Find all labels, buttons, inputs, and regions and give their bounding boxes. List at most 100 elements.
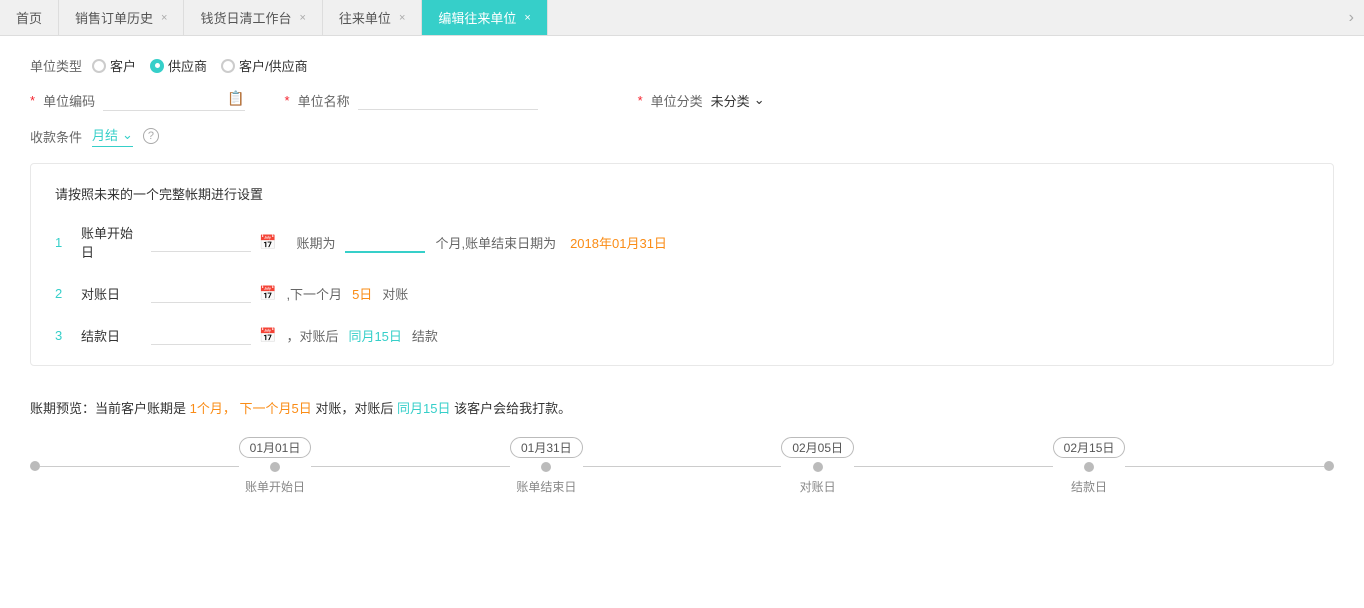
calendar-icon-2[interactable]: 📅 — [259, 285, 276, 302]
timeline-line-4 — [854, 466, 1053, 467]
period-input[interactable]: 1 — [345, 232, 425, 253]
unit-name-input[interactable]: 河南供应商22 — [358, 90, 538, 110]
step-num-3: 3 — [55, 328, 71, 343]
unit-name-required: * — [285, 93, 290, 108]
unit-code-input-wrap: 000001 📋 — [103, 89, 244, 111]
timeline-caption-2: 账单结束日 — [516, 478, 576, 495]
step-num-2: 2 — [55, 286, 71, 301]
tab-partner-close[interactable]: × — [399, 12, 405, 24]
radio-supplier[interactable]: 供应商 — [150, 56, 207, 75]
date-field-2[interactable]: 2018-02-05 — [151, 283, 251, 303]
step-label-1: 账单开始日 — [81, 223, 141, 261]
tab-home-label: 首页 — [16, 8, 42, 27]
radio-both-label: 客户/供应商 — [239, 56, 308, 75]
unit-code-input[interactable]: 000001 — [103, 89, 223, 108]
settings-box: 请按照未来的一个完整帐期进行设置 1 账单开始日 2018-01-01 📅 账期… — [30, 163, 1334, 366]
radio-supplier-label: 供应商 — [168, 56, 207, 75]
tab-edit-partner-label: 编辑往来单位 — [438, 8, 516, 27]
unit-category-select[interactable]: 未分类 ⌄ — [711, 91, 765, 110]
payment-terms-select[interactable]: 月结 ⌄ — [92, 125, 133, 147]
timeline-line-1 — [40, 466, 239, 467]
setting-row-3: 3 结款日 2018-02-15 📅 ，对账后 同月15日 结款 — [55, 325, 1309, 345]
date-input-1: 2018-01-01 📅 — [151, 232, 276, 252]
step-desc-1b: 个月,账单结束日期为 — [435, 233, 556, 252]
unit-type-radio-group: 客户 供应商 客户/供应商 — [92, 56, 308, 75]
unit-info-row: * 单位编码 000001 📋 * 单位名称 河南供应商22 * 单位分类 未分… — [30, 89, 1334, 111]
tab-more-button[interactable]: › — [1339, 9, 1364, 27]
unit-name-label: 单位名称 — [298, 91, 350, 110]
step-num-1: 1 — [55, 235, 71, 250]
step-desc-2b: 对账 — [382, 284, 408, 303]
preview-reconcile-suffix: 对账，对账后 — [315, 401, 393, 416]
timeline-node-4: 02月15日 结款日 — [1053, 437, 1126, 495]
radio-customer[interactable]: 客户 — [92, 56, 136, 75]
date-input-2: 2018-02-05 📅 — [151, 283, 276, 303]
tab-sales-history-close[interactable]: × — [161, 12, 167, 24]
setting-row-1: 1 账单开始日 2018-01-01 📅 账期为 1 个月,账单结束日期为 20… — [55, 223, 1309, 261]
tab-home[interactable]: 首页 — [0, 0, 59, 35]
step-desc-2a: ,下一个月 — [286, 284, 342, 303]
tab-partner-label: 往来单位 — [339, 8, 391, 27]
timeline-dot-2 — [541, 462, 551, 472]
unit-type-row: 单位类型 客户 供应商 客户/供应商 — [30, 56, 1334, 75]
radio-both[interactable]: 客户/供应商 — [221, 56, 308, 75]
timeline-badge-3: 02月05日 — [781, 437, 854, 458]
unit-category-group: * 单位分类 未分类 ⌄ — [638, 91, 765, 110]
preview-period: 1个月， — [190, 401, 236, 416]
timeline-start-dot — [30, 461, 40, 471]
payment-terms-value: 月结 — [92, 125, 118, 144]
step-desc-3b: 结款 — [412, 326, 438, 345]
tab-partner[interactable]: 往来单位 × — [323, 0, 422, 35]
payment-terms-label: 收款条件 — [30, 127, 82, 146]
step-label-3: 结款日 — [81, 326, 141, 345]
setting-row-2: 2 对账日 2018-02-05 📅 ,下一个月 5日 对账 — [55, 283, 1309, 303]
timeline-dot-3 — [813, 462, 823, 472]
step-highlight-2: 5日 — [352, 284, 372, 303]
timeline-node-2: 01月31日 账单结束日 — [510, 437, 583, 495]
timeline-line-2 — [311, 466, 510, 467]
help-icon[interactable]: ? — [143, 128, 159, 144]
settings-title: 请按照未来的一个完整帐期进行设置 — [55, 184, 1309, 203]
timeline-dot-4 — [1084, 462, 1094, 472]
radio-both-circle — [221, 59, 235, 73]
tab-cashier[interactable]: 钱货日清工作台 × — [184, 0, 322, 35]
main-content: 单位类型 客户 供应商 客户/供应商 * 单位编码 000001 📋 — [0, 36, 1364, 608]
preview-reconcile: 下一个月5日 — [240, 401, 312, 416]
date-field-1[interactable]: 2018-01-01 — [151, 232, 251, 252]
calendar-icon-3[interactable]: 📅 — [259, 327, 276, 344]
tab-sales-history[interactable]: 销售订单历史 × — [59, 0, 184, 35]
tab-edit-partner-close[interactable]: × — [524, 12, 530, 24]
preview-payment: 同月15日 — [397, 401, 450, 416]
timeline-end-dot — [1324, 461, 1334, 471]
timeline-line-3 — [583, 466, 782, 467]
timeline-caption-1: 账单开始日 — [245, 478, 305, 495]
calendar-icon-1[interactable]: 📅 — [259, 234, 276, 251]
unit-name-group: * 单位名称 河南供应商22 — [285, 90, 538, 110]
preview-section: 账期预览：当前客户账期是 1个月， 下一个月5日 对账，对账后 同月15日 该客… — [30, 382, 1334, 505]
date-field-3[interactable]: 2018-02-15 — [151, 325, 251, 345]
tab-cashier-label: 钱货日清工作台 — [200, 8, 291, 27]
unit-type-label: 单位类型 — [30, 56, 82, 75]
tab-bar: 首页 销售订单历史 × 钱货日清工作台 × 往来单位 × 编辑往来单位 × › — [0, 0, 1364, 36]
step-highlight-1: 2018年01月31日 — [570, 233, 667, 252]
tab-edit-partner[interactable]: 编辑往来单位 × — [422, 0, 547, 35]
unit-code-label: 单位编码 — [43, 91, 95, 110]
timeline-node-3: 02月05日 对账日 — [781, 437, 854, 495]
payment-terms-row: 收款条件 月结 ⌄ ? — [30, 125, 1334, 147]
timeline-node-1: 01月01日 账单开始日 — [239, 437, 312, 495]
preview-text: 账期预览：当前客户账期是 1个月， 下一个月5日 对账，对账后 同月15日 该客… — [30, 398, 1334, 417]
unit-code-group: * 单位编码 000001 📋 — [30, 89, 245, 111]
preview-label: 账期预览：当前客户账期是 — [30, 401, 186, 416]
unit-code-required: * — [30, 93, 35, 108]
step-highlight-3: 同月15日 — [348, 326, 401, 345]
unit-code-icon[interactable]: 📋 — [227, 90, 244, 107]
tab-cashier-close[interactable]: × — [299, 12, 305, 24]
step-label-2: 对账日 — [81, 284, 141, 303]
preview-suffix: 该客户会给我打款。 — [454, 401, 571, 416]
payment-terms-arrow: ⌄ — [122, 127, 133, 143]
unit-category-label: 单位分类 — [651, 91, 703, 110]
timeline-dot-1 — [270, 462, 280, 472]
timeline-caption-4: 结款日 — [1071, 478, 1107, 495]
timeline-badge-1: 01月01日 — [239, 437, 312, 458]
timeline-badge-2: 01月31日 — [510, 437, 583, 458]
